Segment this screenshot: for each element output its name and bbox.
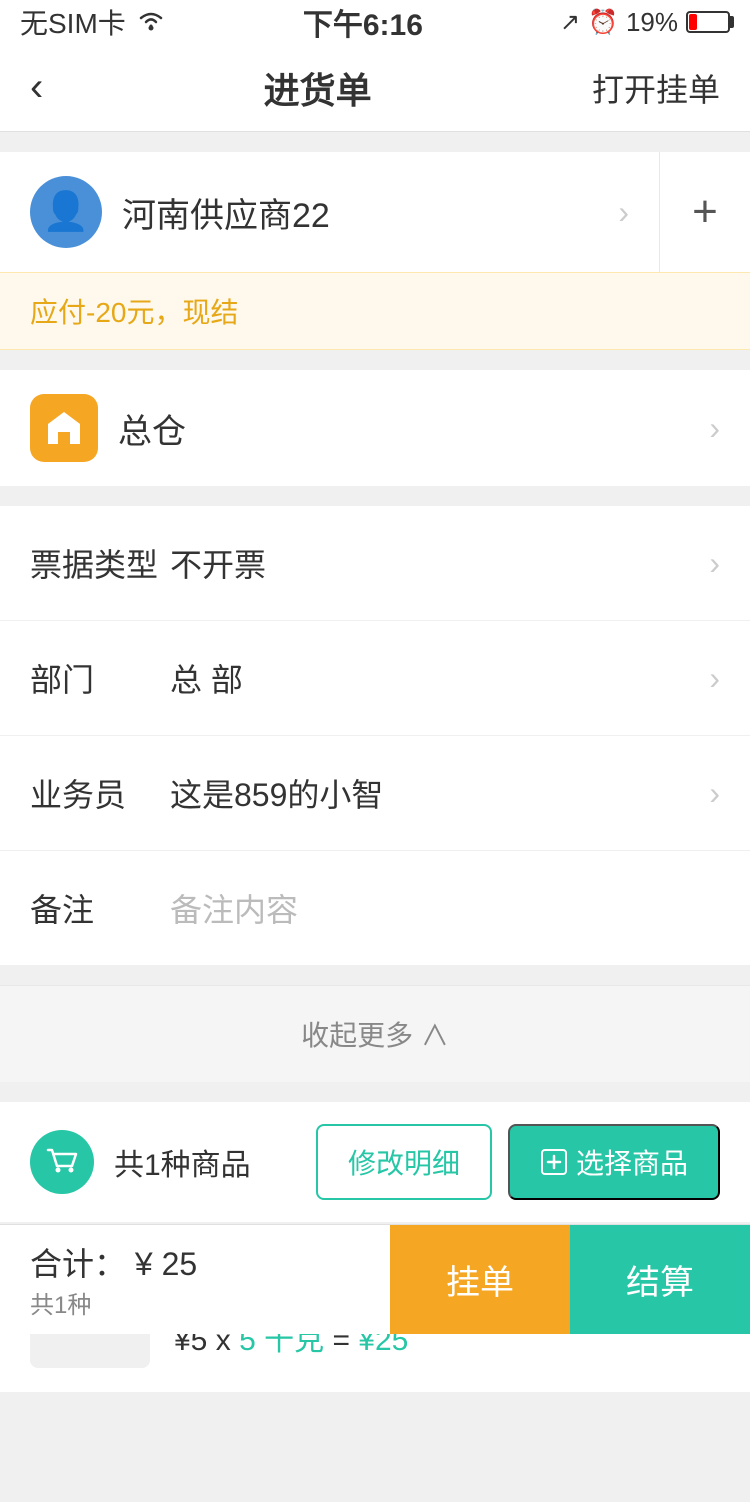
supplier-section: 👤 河南供应商22 › + — [0, 152, 750, 272]
chevron-right-icon: › — [709, 410, 720, 447]
chevron-right-icon: › — [709, 660, 720, 697]
products-header: 共1种商品 修改明细 选择商品 — [0, 1102, 750, 1222]
staff-row[interactable]: 业务员 这是859的小智 › — [0, 736, 750, 851]
invoice-label: 票据类型 — [30, 540, 170, 586]
open-hang-button[interactable]: 打开挂单 — [592, 65, 720, 111]
staff-value: 这是859的小智 — [170, 770, 709, 816]
select-product-button[interactable]: 选择商品 — [508, 1124, 720, 1200]
carrier-text: 无SIM卡 — [20, 2, 126, 42]
invoice-type-row[interactable]: 票据类型 不开票 › — [0, 506, 750, 621]
alarm-icon: ⏰ — [588, 8, 618, 37]
hang-button[interactable]: 挂单 — [390, 1225, 570, 1334]
products-count: 共1种商品 — [114, 1140, 316, 1184]
edit-detail-button[interactable]: 修改明细 — [316, 1124, 492, 1200]
supplier-selector[interactable]: 👤 河南供应商22 › — [0, 152, 660, 272]
battery-pct: 19% — [626, 7, 678, 38]
form-section: 票据类型 不开票 › 部门 总 部 › 业务员 这是859的小智 › 备注 备注… — [0, 506, 750, 965]
invoice-value: 不开票 — [170, 540, 709, 586]
dept-value: 总 部 — [170, 655, 709, 701]
wifi-icon — [136, 6, 166, 38]
total-amount: 合计： ¥ 25 — [30, 1239, 360, 1285]
staff-label: 业务员 — [30, 770, 170, 816]
supplier-name: 河南供应商22 — [122, 188, 618, 237]
collapse-label: 收起更多 ∧ — [301, 1020, 449, 1051]
warning-banner: 应付-20元，现结 — [0, 272, 750, 350]
nav-bar: ‹ 进货单 打开挂单 — [0, 44, 750, 132]
supplier-avatar: 👤 — [30, 176, 102, 248]
chevron-right-icon: › — [709, 545, 720, 582]
location-icon: ↗ — [560, 8, 580, 37]
remark-input[interactable]: 备注内容 — [170, 885, 720, 931]
user-icon: 👤 — [42, 190, 89, 234]
total-count: 共1种 — [30, 1285, 360, 1320]
warehouse-name: 总仓 — [118, 404, 709, 453]
warehouse-icon — [30, 394, 98, 462]
select-product-label: 选择商品 — [576, 1142, 688, 1182]
dept-label: 部门 — [30, 655, 170, 701]
collapse-bar[interactable]: 收起更多 ∧ — [0, 985, 750, 1082]
status-right: ↗ ⏰ 19% — [560, 7, 730, 38]
chevron-right-icon: › — [618, 194, 629, 231]
dept-row[interactable]: 部门 总 部 › — [0, 621, 750, 736]
remark-label: 备注 — [30, 885, 170, 931]
battery-icon — [686, 11, 730, 33]
status-carrier: 无SIM卡 — [20, 2, 166, 42]
page-title: 进货单 — [264, 62, 372, 114]
warehouse-selector[interactable]: 总仓 › — [0, 370, 750, 486]
remark-row[interactable]: 备注 备注内容 — [0, 851, 750, 965]
back-button[interactable]: ‹ — [30, 65, 43, 110]
summary-info: 合计： ¥ 25 共1种 — [0, 1225, 390, 1334]
status-time: 下午6:16 — [303, 0, 423, 44]
add-supplier-button[interactable]: + — [660, 152, 750, 272]
status-bar: 无SIM卡 下午6:16 ↗ ⏰ 19% — [0, 0, 750, 44]
checkout-button[interactable]: 结算 — [570, 1225, 750, 1334]
chevron-right-icon: › — [709, 775, 720, 812]
cart-icon — [30, 1130, 94, 1194]
bottom-bar: 合计： ¥ 25 共1种 挂单 结算 — [0, 1224, 750, 1334]
